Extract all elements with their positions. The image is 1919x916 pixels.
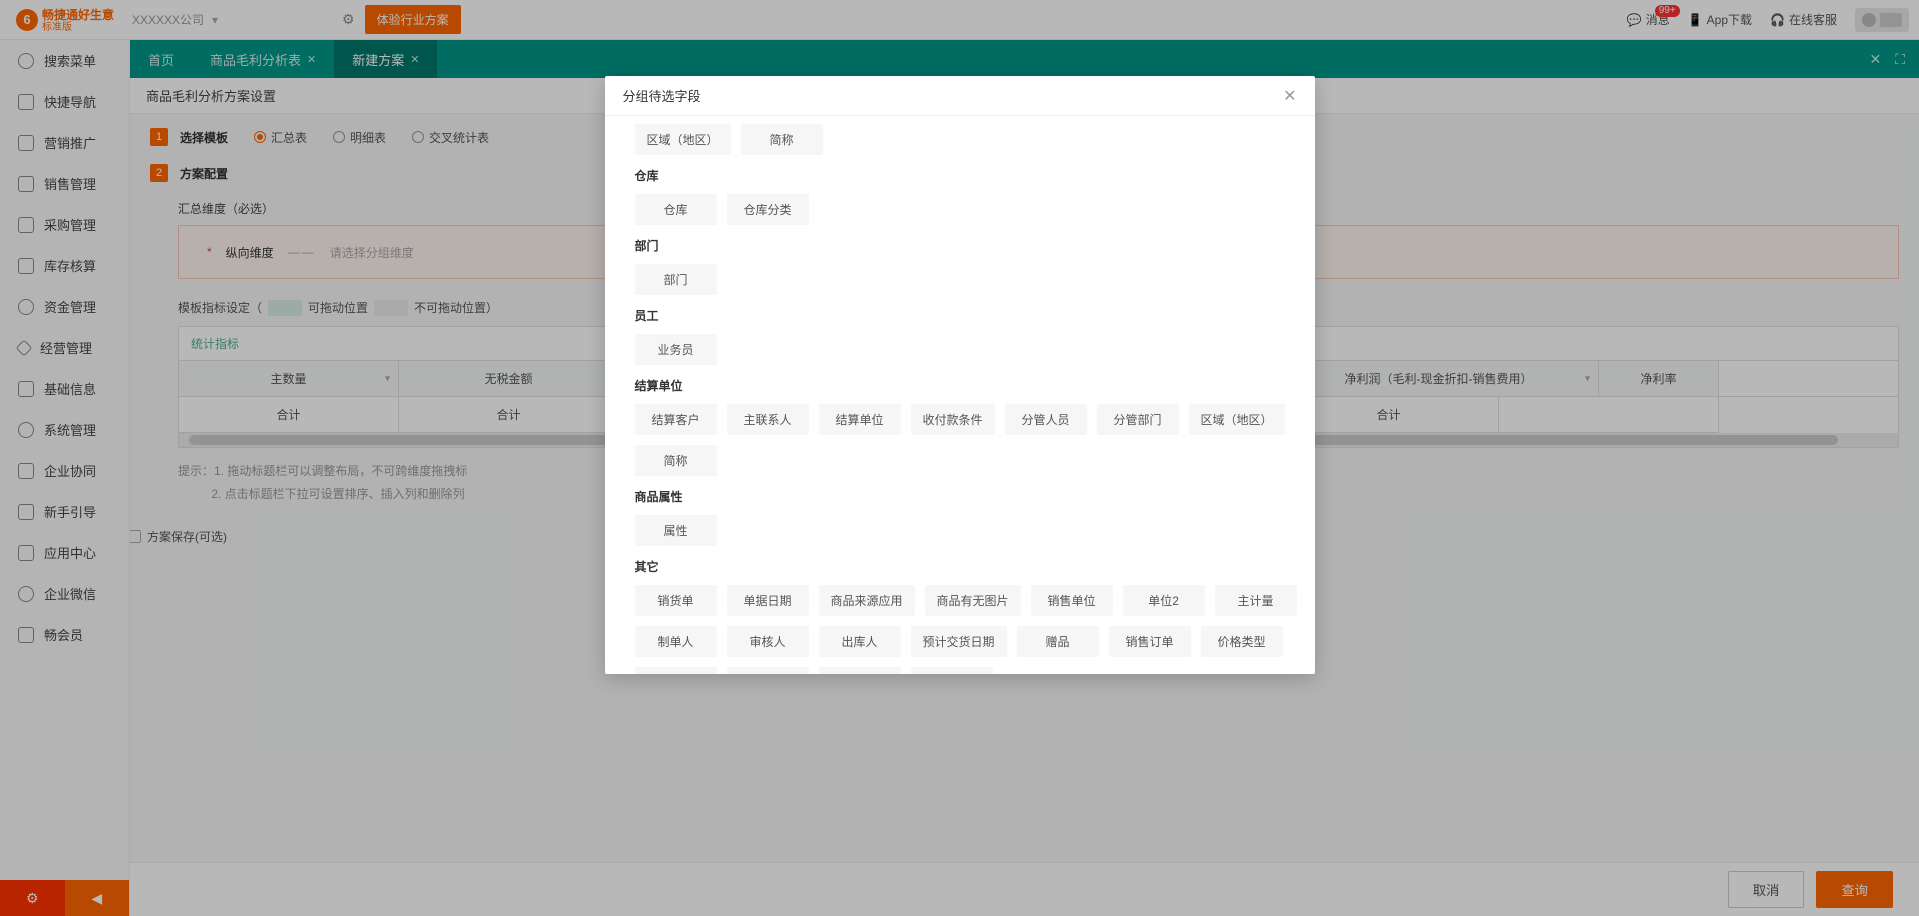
field-pill[interactable]: 制单人 — [635, 626, 717, 657]
modal-close-icon[interactable]: ✕ — [1283, 86, 1296, 106]
field-pill[interactable]: 主联系人 — [727, 404, 809, 435]
field-pill[interactable]: 结算客户 — [635, 404, 717, 435]
field-pill[interactable]: 销售订单 — [1109, 626, 1191, 657]
field-pill[interactable]: 单位2 — [1123, 585, 1205, 616]
modal-title: 分组待选字段 — [623, 86, 701, 105]
group-title: 员工 — [635, 307, 1315, 324]
field-pill[interactable]: 销售单位 — [1031, 585, 1113, 616]
group-title: 仓库 — [635, 167, 1315, 184]
field-pill[interactable]: 批号 — [911, 667, 993, 674]
field-pill[interactable]: 来源应用 — [635, 667, 717, 674]
field-pill[interactable]: 审核人 — [727, 626, 809, 657]
pill-row: 结算客户主联系人结算单位收付款条件分管人员分管部门区域（地区） 简称 — [635, 404, 1315, 476]
field-pill[interactable]: 结算单位 — [819, 404, 901, 435]
top-partial-row2: 区域（地区） 简称 — [635, 124, 1315, 155]
field-pill[interactable]: 业务员 — [635, 334, 717, 365]
field-pill[interactable]: 收付款条件 — [911, 404, 995, 435]
pill-row: 业务员 — [635, 334, 1315, 365]
field-pill[interactable]: 部门 — [635, 264, 717, 295]
group-title: 部门 — [635, 237, 1315, 254]
field-pill[interactable]: 分管部门 — [1097, 404, 1179, 435]
field-pill[interactable]: 分管人员 — [1005, 404, 1087, 435]
field-select-modal: 分组待选字段 ✕ 省省/分类分管部门分管人员主联系人主联系人销售单位 区域（地区… — [605, 76, 1315, 674]
field-pill[interactable]: 简称 — [741, 124, 823, 155]
field-pill[interactable]: 简称 — [635, 445, 717, 476]
pill-row: 部门 — [635, 264, 1315, 295]
modal-header: 分组待选字段 ✕ — [605, 76, 1315, 116]
group-title: 商品属性 — [635, 488, 1315, 505]
group-title: 其它 — [635, 558, 1315, 575]
field-pill[interactable]: 预计交货日期 — [911, 626, 1007, 657]
field-pill[interactable]: 属性 — [635, 515, 717, 546]
top-partial-row: 省省/分类分管部门分管人员主联系人主联系人销售单位 — [635, 116, 1315, 120]
field-pill[interactable]: 项目 — [727, 667, 809, 674]
field-pill[interactable]: 销货单 — [635, 585, 717, 616]
modal-body: 省省/分类分管部门分管人员主联系人主联系人销售单位 区域（地区）简称 仓库仓库仓… — [605, 116, 1315, 674]
field-pill[interactable]: 单据日期 — [727, 585, 809, 616]
field-pill[interactable]: 价格类型 — [1201, 626, 1283, 657]
field-pill[interactable]: 出库人 — [819, 626, 901, 657]
pill-row: 仓库仓库分类 — [635, 194, 1315, 225]
field-pill[interactable]: 仓库 — [635, 194, 717, 225]
pill-row: 属性 — [635, 515, 1315, 546]
field-pill[interactable]: 区域（地区） — [1189, 404, 1285, 435]
field-pill[interactable]: 赠品 — [1017, 626, 1099, 657]
field-pill[interactable]: 商品有无图片 — [925, 585, 1021, 616]
field-pill[interactable]: 主计量 — [1215, 585, 1297, 616]
field-pill[interactable]: 区域（地区） — [635, 124, 731, 155]
group-title: 结算单位 — [635, 377, 1315, 394]
field-pill[interactable]: 商品来源应用 — [819, 585, 915, 616]
field-pill[interactable]: 仓库分类 — [727, 194, 809, 225]
pill-row: 销货单单据日期商品来源应用商品有无图片销售单位单位2 主计量制单人审核人出库人预计… — [635, 585, 1315, 674]
field-pill[interactable]: 项目分类 — [819, 667, 901, 674]
